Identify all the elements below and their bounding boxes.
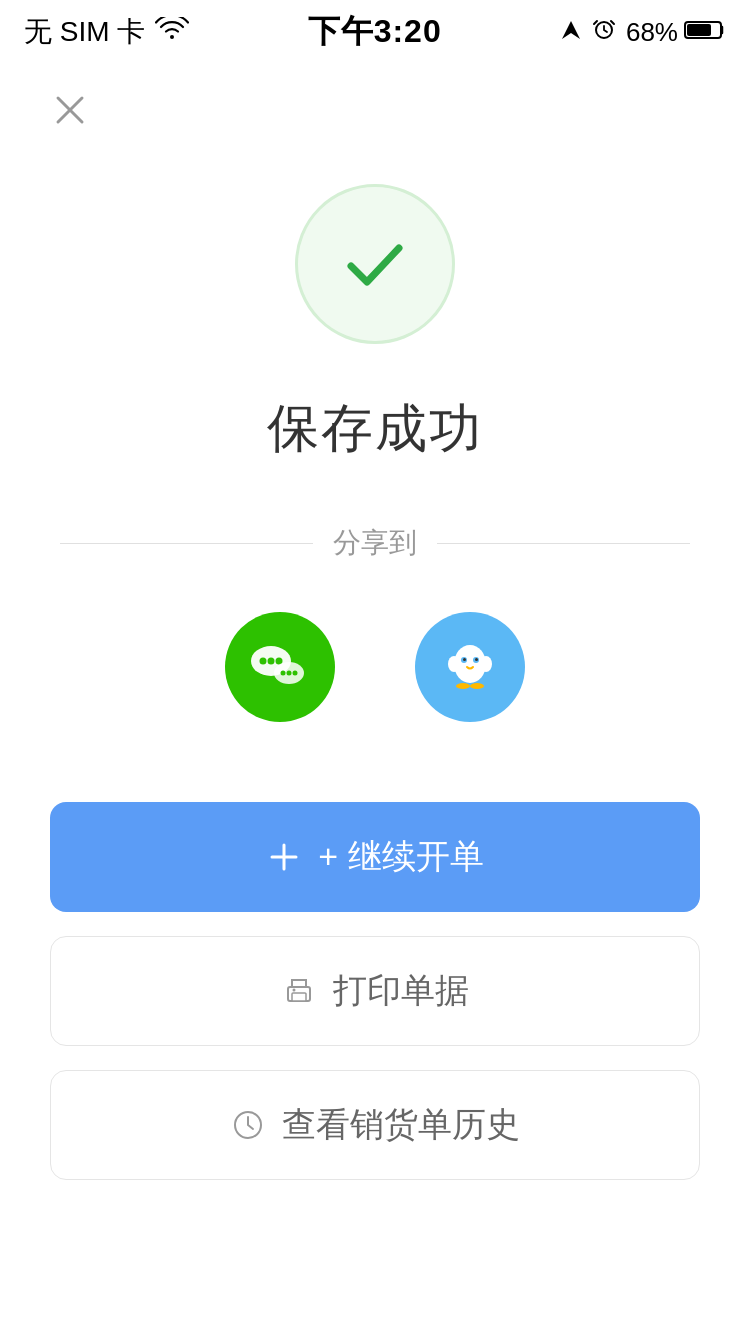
svg-rect-3	[687, 24, 711, 36]
history-label: 查看销货单历史	[282, 1102, 520, 1148]
svg-point-28	[293, 989, 296, 992]
svg-point-7	[260, 658, 267, 665]
svg-point-8	[268, 658, 275, 665]
svg-point-18	[463, 658, 466, 661]
svg-point-9	[276, 658, 283, 665]
svg-point-22	[456, 683, 470, 689]
svg-rect-27	[292, 993, 306, 1001]
location-icon	[560, 17, 582, 48]
carrier-text: 无 SIM 卡	[24, 13, 145, 51]
alarm-icon	[592, 17, 616, 48]
svg-point-23	[470, 683, 484, 689]
svg-marker-0	[562, 21, 580, 39]
print-button[interactable]: 打印单据	[50, 936, 700, 1046]
battery-container: 68%	[626, 17, 726, 48]
history-button[interactable]: 查看销货单历史	[50, 1070, 700, 1180]
svg-point-12	[287, 671, 292, 676]
svg-point-13	[293, 671, 298, 676]
close-button[interactable]	[40, 80, 100, 140]
qq-logo	[437, 634, 503, 700]
share-row	[225, 612, 525, 722]
wechat-logo	[247, 639, 313, 695]
divider-line-right	[437, 543, 690, 544]
svg-point-15	[458, 647, 482, 677]
checkmark-icon	[335, 224, 415, 304]
status-left: 无 SIM 卡	[24, 13, 189, 51]
share-wechat-button[interactable]	[225, 612, 335, 722]
svg-point-11	[281, 671, 286, 676]
svg-point-21	[480, 656, 492, 672]
success-title: 保存成功	[267, 394, 483, 464]
clock-icon	[230, 1107, 266, 1143]
success-icon-circle	[295, 184, 455, 344]
battery-text: 68%	[626, 17, 678, 48]
plus-icon	[266, 839, 302, 875]
svg-point-20	[448, 656, 460, 672]
divider-line-left	[60, 543, 313, 544]
battery-icon	[684, 17, 726, 48]
status-right: 68%	[560, 17, 726, 48]
share-label: 分享到	[313, 524, 437, 562]
continue-label: + 继续开单	[318, 834, 483, 880]
status-bar: 无 SIM 卡 下午3:20	[0, 0, 750, 64]
print-label: 打印单据	[333, 968, 469, 1014]
share-qq-button[interactable]	[415, 612, 525, 722]
actions-container: + 继续开单 打印单据 查看销货单历史	[0, 802, 750, 1180]
share-divider: 分享到	[0, 524, 750, 562]
wifi-icon	[155, 16, 189, 48]
continue-button[interactable]: + 继续开单	[50, 802, 700, 912]
status-time: 下午3:20	[308, 10, 442, 54]
print-icon	[281, 973, 317, 1009]
svg-point-19	[475, 658, 478, 661]
main-content: 保存成功 分享到	[0, 64, 750, 1180]
